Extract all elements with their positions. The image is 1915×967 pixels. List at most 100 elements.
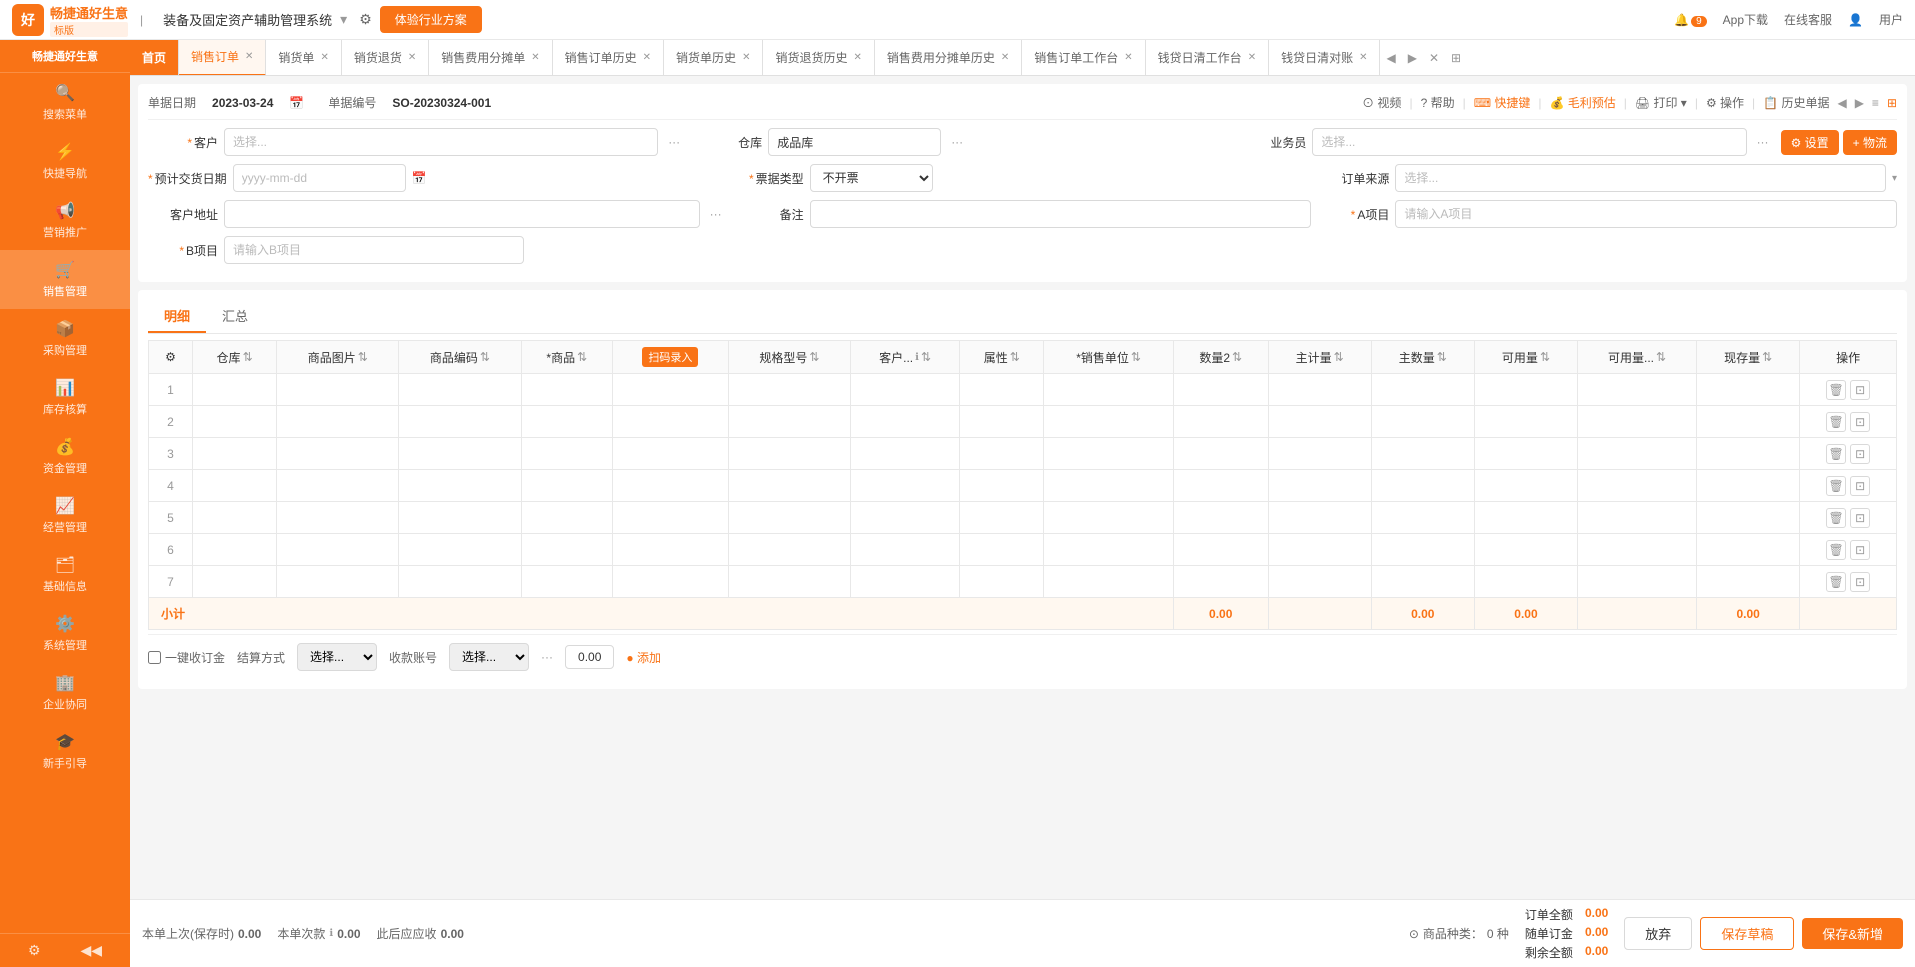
tab-detail[interactable]: 明细 xyxy=(148,300,206,333)
tab-sales-return-close[interactable]: ✕ xyxy=(320,52,328,63)
cell-product-code-3[interactable] xyxy=(399,438,521,470)
receipt-more-btn[interactable]: ··· xyxy=(541,650,553,664)
cell-warehouse-2[interactable] xyxy=(193,406,277,438)
cell-spec-5[interactable] xyxy=(728,502,850,534)
notification-bell[interactable]: 🔔9 xyxy=(1674,13,1707,27)
tab-return-history[interactable]: 销货单历史 ✕ xyxy=(664,40,763,76)
cell-product-code-5[interactable] xyxy=(399,502,521,534)
cell-product-6[interactable] xyxy=(521,534,613,566)
sort-current-stock-icon[interactable]: ⇅ xyxy=(1762,350,1772,364)
save-draft-btn[interactable]: 保存草稿 xyxy=(1700,917,1794,950)
b-project-input[interactable] xyxy=(224,236,524,264)
sort-product-code-icon[interactable]: ⇅ xyxy=(480,350,490,364)
cell-available-5[interactable] xyxy=(1474,502,1577,534)
sidebar-item-search[interactable]: 🔍 搜索菜单 xyxy=(0,73,130,132)
cell-product-code-7[interactable] xyxy=(399,566,521,598)
tab-expand-btn[interactable]: ⊞ xyxy=(1445,51,1467,65)
cell-sales-unit-5[interactable] xyxy=(1044,502,1174,534)
delivery-date-icon[interactable]: 📅 xyxy=(412,171,427,185)
system-dropdown-icon[interactable]: ▾ xyxy=(340,11,347,28)
cell-main-qty-7[interactable] xyxy=(1371,566,1474,598)
cell-attributes-1[interactable] xyxy=(960,374,1044,406)
cell-warehouse-4[interactable] xyxy=(193,470,277,502)
cell-product-1[interactable] xyxy=(521,374,613,406)
save-new-btn[interactable]: 保存&新增 xyxy=(1802,918,1903,949)
sidebar-item-purchase[interactable]: 📦 采购管理 xyxy=(0,309,130,368)
notes-input[interactable] xyxy=(810,200,1312,228)
tab-refund-history-close[interactable]: ✕ xyxy=(853,52,861,63)
cell-main-qty-4[interactable] xyxy=(1371,470,1474,502)
address-more-btn[interactable]: ··· xyxy=(706,207,726,221)
cell-product-img-5[interactable] xyxy=(277,502,399,534)
sidebar-collapse-icon[interactable]: ◀◀ xyxy=(80,942,102,959)
cell-customer-code-6[interactable] xyxy=(850,534,959,566)
nav-prev-icon[interactable]: ◀ xyxy=(1837,96,1846,110)
cell-product-img-6[interactable] xyxy=(277,534,399,566)
cell-main-unit-7[interactable] xyxy=(1268,566,1371,598)
receipt-num-select[interactable]: 选择... xyxy=(449,643,529,671)
cell-warehouse-3[interactable] xyxy=(193,438,277,470)
sidebar-item-sales[interactable]: 🛒 销售管理 xyxy=(0,250,130,309)
cell-product-code-6[interactable] xyxy=(399,534,521,566)
user-avatar[interactable]: 👤 xyxy=(1848,13,1863,27)
tab-receivable-workbench-close[interactable]: ✕ xyxy=(1248,52,1256,63)
cell-product-7[interactable] xyxy=(521,566,613,598)
cell-main-unit-6[interactable] xyxy=(1268,534,1371,566)
sort-customer-code-icon[interactable]: ⇅ xyxy=(921,350,931,364)
tab-receivable-reconcile[interactable]: 钱贷日清对账 ✕ xyxy=(1269,40,1380,76)
delete-row-5[interactable]: 🗑 xyxy=(1826,508,1846,528)
cell-available2-5[interactable] xyxy=(1578,502,1697,534)
one-click-payment-checkbox[interactable] xyxy=(148,651,161,664)
cell-warehouse-1[interactable] xyxy=(193,374,277,406)
order-source-input[interactable] xyxy=(1395,164,1886,192)
online-service[interactable]: 在线客服 xyxy=(1784,11,1832,28)
cell-available2-2[interactable] xyxy=(1578,406,1697,438)
tab-sales-order[interactable]: 销售订单 ✕ xyxy=(179,40,266,76)
salesperson-more-btn[interactable]: ··· xyxy=(1753,135,1773,149)
cell-warehouse-6[interactable] xyxy=(193,534,277,566)
cell-current-stock-6[interactable] xyxy=(1697,534,1800,566)
history-link[interactable]: 📋 历史单据 xyxy=(1763,94,1829,111)
tab-sales-order-close[interactable]: ✕ xyxy=(245,51,253,62)
cell-main-unit-2[interactable] xyxy=(1268,406,1371,438)
tab-return-history-close[interactable]: ✕ xyxy=(742,52,750,63)
goods-count-search-icon[interactable]: ⊙ xyxy=(1409,927,1419,941)
cell-main-qty-6[interactable] xyxy=(1371,534,1474,566)
cell-sales-unit-4[interactable] xyxy=(1044,470,1174,502)
tab-next-btn[interactable]: ▶ xyxy=(1402,51,1423,65)
a-project-input[interactable] xyxy=(1395,200,1897,228)
delete-row-1[interactable]: 🗑 xyxy=(1826,380,1846,400)
settings-btn[interactable]: ⚙ 设置 xyxy=(1781,130,1839,155)
cell-main-qty-3[interactable] xyxy=(1371,438,1474,470)
sidebar-item-marketing[interactable]: 📢 营销推广 xyxy=(0,191,130,250)
delete-row-7[interactable]: 🗑 xyxy=(1826,572,1846,592)
cell-main-unit-1[interactable] xyxy=(1268,374,1371,406)
address-input[interactable] xyxy=(224,200,700,228)
cell-available2-6[interactable] xyxy=(1578,534,1697,566)
tab-fee-split[interactable]: 销售费用分摊单 ✕ xyxy=(429,40,552,76)
print-link[interactable]: 🖨 打印 ▾ xyxy=(1635,94,1687,111)
cell-product-img-7[interactable] xyxy=(277,566,399,598)
copy-row-7[interactable]: ⊡ xyxy=(1850,572,1870,592)
order-source-dropdown-icon[interactable]: ▾ xyxy=(1892,173,1897,184)
cell-customer-code-5[interactable] xyxy=(850,502,959,534)
cell-spec-1[interactable] xyxy=(728,374,850,406)
tab-sales-refund[interactable]: 销货退货 ✕ xyxy=(342,40,429,76)
sidebar-item-inventory[interactable]: 📊 库存核算 xyxy=(0,368,130,427)
cell-sales-unit-1[interactable] xyxy=(1044,374,1174,406)
cell-main-qty-1[interactable] xyxy=(1371,374,1474,406)
tab-summary[interactable]: 汇总 xyxy=(206,300,264,333)
sidebar-item-finance[interactable]: 💰 资金管理 xyxy=(0,427,130,486)
tab-sales-refund-close[interactable]: ✕ xyxy=(408,52,416,63)
cell-product-code-4[interactable] xyxy=(399,470,521,502)
view-link[interactable]: ⊙ 视频 xyxy=(1362,94,1401,111)
profit-link[interactable]: 💰 毛利预估 xyxy=(1549,94,1615,111)
cell-available-7[interactable] xyxy=(1474,566,1577,598)
tab-order-history[interactable]: 销售订单历史 ✕ xyxy=(553,40,664,76)
cell-qty2-2[interactable] xyxy=(1173,406,1268,438)
cell-customer-code-2[interactable] xyxy=(850,406,959,438)
delivery-date-input[interactable] xyxy=(233,164,406,192)
cell-customer-code-7[interactable] xyxy=(850,566,959,598)
sort-product-icon[interactable]: ⇅ xyxy=(577,350,587,364)
col-settings[interactable]: ⚙ xyxy=(149,341,193,374)
